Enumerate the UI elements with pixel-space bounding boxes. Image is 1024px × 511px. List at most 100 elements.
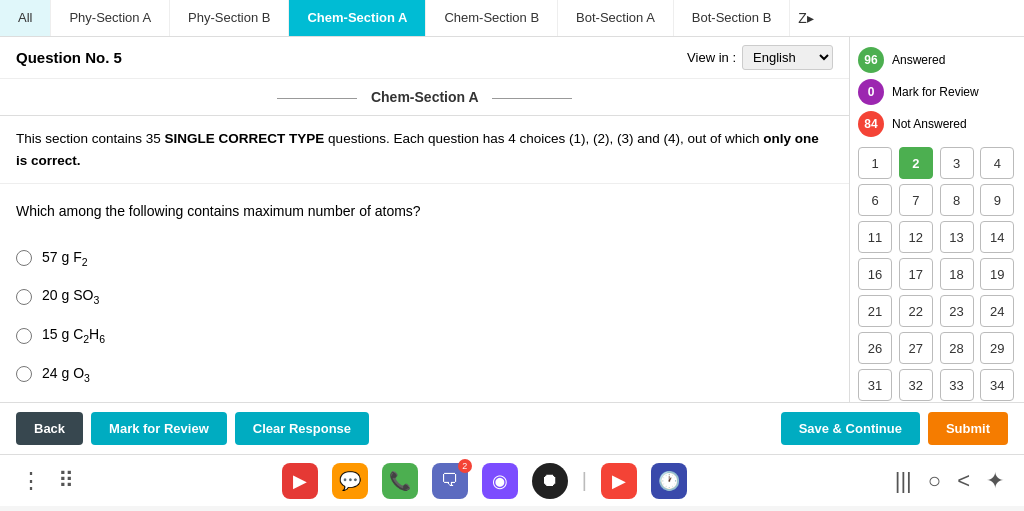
option-4-label: 24 g O3 [42, 365, 90, 384]
tab-chem-b[interactable]: Chem-Section B [426, 0, 558, 36]
option-4[interactable]: 24 g O3 [16, 355, 833, 394]
nav-back-lines[interactable]: ||| [895, 468, 912, 494]
legend-mark-review: 0 Mark for Review [858, 79, 1016, 105]
separator: | [582, 469, 587, 492]
option-3[interactable]: 15 g C2H6 [16, 316, 833, 355]
section-title: Chem-Section A [0, 79, 849, 116]
num-33[interactable]: 33 [940, 369, 974, 401]
tab-phy-a[interactable]: Phy-Section A [51, 0, 170, 36]
main-layout: Question No. 5 View in : English Hindi C… [0, 37, 1024, 402]
num-19[interactable]: 19 [980, 258, 1014, 290]
back-button[interactable]: Back [16, 412, 83, 445]
app-icon-1[interactable]: ▶ [282, 463, 318, 499]
num-13[interactable]: 13 [940, 221, 974, 253]
num-22[interactable]: 22 [899, 295, 933, 327]
num-28[interactable]: 28 [940, 332, 974, 364]
option-2-radio[interactable] [16, 289, 32, 305]
option-4-radio[interactable] [16, 366, 32, 382]
legend-answered: 96 Answered [858, 47, 1016, 73]
num-9[interactable]: 9 [980, 184, 1014, 216]
num-24[interactable]: 24 [980, 295, 1014, 327]
android-nav-center: ▶ 💬 📞 🗨 2 ◉ ⏺ | ▶ 🕐 [282, 463, 687, 499]
num-16[interactable]: 16 [858, 258, 892, 290]
android-nav-left: ⋮ ⠿ [20, 468, 74, 494]
app-icon-4-container: 🗨 2 [432, 463, 468, 499]
tab-more[interactable]: Z▸ [790, 0, 822, 36]
option-2[interactable]: 20 g SO3 [16, 277, 833, 316]
num-12[interactable]: 12 [899, 221, 933, 253]
tab-all[interactable]: All [0, 0, 51, 36]
legend-not-answered: 84 Not Answered [858, 111, 1016, 137]
option-1[interactable]: 57 g F2 [16, 239, 833, 278]
num-6[interactable]: 6 [858, 184, 892, 216]
bottom-right-buttons: Save & Continue Submit [781, 412, 1008, 445]
notification-badge: 2 [458, 459, 472, 473]
app-icon-7[interactable]: ▶ [601, 463, 637, 499]
tab-phy-b[interactable]: Phy-Section B [170, 0, 289, 36]
nav-star-icon[interactable]: ✦ [986, 468, 1004, 494]
options-container: 57 g F2 20 g SO3 15 g C2H6 24 g O3 [0, 231, 849, 402]
mark-review-button[interactable]: Mark for Review [91, 412, 227, 445]
option-2-label: 20 g SO3 [42, 287, 99, 306]
number-grid: 1 2 3 4 6 7 8 9 11 12 13 14 16 17 18 19 … [858, 147, 1016, 401]
mark-review-label: Mark for Review [892, 85, 979, 99]
num-17[interactable]: 17 [899, 258, 933, 290]
app-icon-1-container: ▶ [282, 463, 318, 499]
num-3[interactable]: 3 [940, 147, 974, 179]
bottom-bar: Back Mark for Review Clear Response Save… [0, 402, 1024, 454]
num-26[interactable]: 26 [858, 332, 892, 364]
tab-bot-b[interactable]: Bot-Section B [674, 0, 791, 36]
nav-back-chevron[interactable]: < [957, 468, 970, 494]
option-1-label: 57 g F2 [42, 249, 88, 268]
app-icon-3[interactable]: 📞 [382, 463, 418, 499]
option-3-radio[interactable] [16, 328, 32, 344]
grid-icon: ⠿ [58, 468, 74, 494]
right-panel: 96 Answered 0 Mark for Review 84 Not Ans… [849, 37, 1024, 402]
section-instruction: This section contains 35 SINGLE CORRECT … [0, 116, 849, 184]
view-in-container: View in : English Hindi [687, 45, 833, 70]
android-nav: ⋮ ⠿ ▶ 💬 📞 🗨 2 ◉ ⏺ | ▶ 🕐 ||| ○ < ✦ [0, 454, 1024, 506]
app-icon-8[interactable]: 🕐 [651, 463, 687, 499]
save-continue-button[interactable]: Save & Continue [781, 412, 920, 445]
clear-response-button[interactable]: Clear Response [235, 412, 369, 445]
num-4[interactable]: 4 [980, 147, 1014, 179]
question-header: Question No. 5 View in : English Hindi [0, 37, 849, 79]
num-29[interactable]: 29 [980, 332, 1014, 364]
app-icon-6[interactable]: ⏺ [532, 463, 568, 499]
android-nav-right: ||| ○ < ✦ [895, 468, 1004, 494]
num-32[interactable]: 32 [899, 369, 933, 401]
mark-review-circle: 0 [858, 79, 884, 105]
num-8[interactable]: 8 [940, 184, 974, 216]
view-in-label: View in : [687, 50, 736, 65]
question-area: Question No. 5 View in : English Hindi C… [0, 37, 849, 402]
num-14[interactable]: 14 [980, 221, 1014, 253]
num-21[interactable]: 21 [858, 295, 892, 327]
tab-chem-a[interactable]: Chem-Section A [289, 0, 426, 36]
num-31[interactable]: 31 [858, 369, 892, 401]
tab-bar: All Phy-Section A Phy-Section B Chem-Sec… [0, 0, 1024, 37]
not-answered-label: Not Answered [892, 117, 967, 131]
num-23[interactable]: 23 [940, 295, 974, 327]
question-number: Question No. 5 [16, 49, 122, 66]
num-18[interactable]: 18 [940, 258, 974, 290]
question-text: Which among the following contains maxim… [0, 184, 849, 230]
not-answered-circle: 84 [858, 111, 884, 137]
option-1-radio[interactable] [16, 250, 32, 266]
legend: 96 Answered 0 Mark for Review 84 Not Ans… [858, 47, 1016, 137]
tab-bot-a[interactable]: Bot-Section A [558, 0, 674, 36]
option-3-label: 15 g C2H6 [42, 326, 105, 345]
num-27[interactable]: 27 [899, 332, 933, 364]
nav-home-circle[interactable]: ○ [928, 468, 941, 494]
num-11[interactable]: 11 [858, 221, 892, 253]
num-7[interactable]: 7 [899, 184, 933, 216]
num-1[interactable]: 1 [858, 147, 892, 179]
bottom-left-buttons: Back Mark for Review Clear Response [16, 412, 369, 445]
language-select[interactable]: English Hindi [742, 45, 833, 70]
dots-icon: ⋮ [20, 468, 42, 494]
submit-button[interactable]: Submit [928, 412, 1008, 445]
answered-label: Answered [892, 53, 945, 67]
num-34[interactable]: 34 [980, 369, 1014, 401]
app-icon-2[interactable]: 💬 [332, 463, 368, 499]
app-icon-5[interactable]: ◉ [482, 463, 518, 499]
num-2[interactable]: 2 [899, 147, 933, 179]
